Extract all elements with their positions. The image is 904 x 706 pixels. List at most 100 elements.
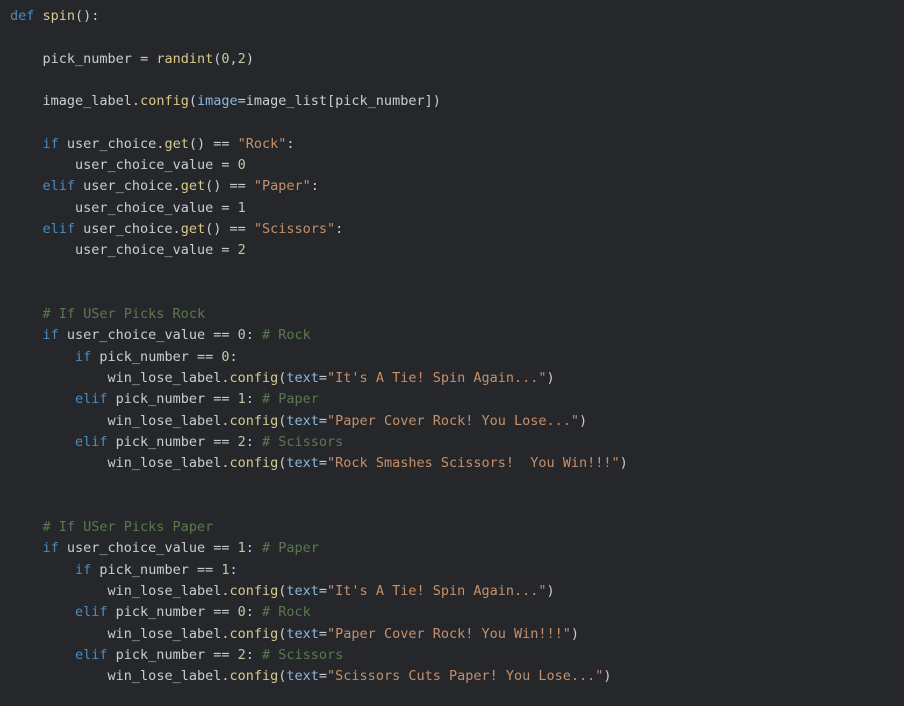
token-plain bbox=[229, 200, 237, 216]
token-plain: : bbox=[246, 540, 262, 556]
token-num: 0 bbox=[221, 349, 229, 365]
token-kw: if bbox=[43, 136, 67, 152]
token-num: 2 bbox=[238, 51, 246, 67]
token-plain: user_choice_value bbox=[75, 200, 221, 216]
code-line[interactable]: if pick_number == 1: bbox=[10, 560, 894, 581]
indent bbox=[10, 242, 75, 258]
token-kw: elif bbox=[75, 434, 116, 450]
code-line[interactable]: # If USer Picks Paper bbox=[10, 517, 894, 538]
code-line[interactable]: win_lose_label.config(text="Rock Smashes… bbox=[10, 453, 894, 474]
indent bbox=[10, 51, 43, 67]
code-line[interactable]: win_lose_label.config(text="Paper Cover … bbox=[10, 624, 894, 645]
indent bbox=[10, 221, 43, 237]
code-line[interactable]: image_label.config(image=image_list[pick… bbox=[10, 91, 894, 112]
token-fn: config bbox=[229, 413, 278, 429]
token-fn: randint bbox=[156, 51, 213, 67]
code-line[interactable]: if user_choice.get() == "Rock": bbox=[10, 134, 894, 155]
code-line[interactable]: elif user_choice.get() == "Paper": bbox=[10, 176, 894, 197]
code-line[interactable]: user_choice_value = 2 bbox=[10, 240, 894, 261]
token-plain: = bbox=[319, 455, 327, 471]
token-plain: win_lose_label. bbox=[108, 668, 230, 684]
token-plain: ) bbox=[547, 583, 555, 599]
token-kw: if bbox=[43, 327, 67, 343]
token-plain bbox=[229, 434, 237, 450]
code-line[interactable]: win_lose_label.config(text="It's A Tie! … bbox=[10, 368, 894, 389]
code-line[interactable]: elif pick_number == 1: # Paper bbox=[10, 389, 894, 410]
token-plain: == bbox=[229, 221, 245, 237]
indent bbox=[10, 136, 43, 152]
token-plain: == bbox=[213, 327, 229, 343]
indent bbox=[10, 668, 108, 684]
token-num: 0 bbox=[221, 51, 229, 67]
token-kw: elif bbox=[75, 604, 116, 620]
code-line[interactable]: # If USer Picks Rock bbox=[10, 304, 894, 325]
code-line[interactable]: ​ bbox=[10, 112, 894, 133]
code-line[interactable]: elif user_choice.get() == "Scissors": bbox=[10, 219, 894, 240]
indent bbox=[10, 540, 43, 556]
indent bbox=[10, 349, 75, 365]
token-plain: pick_number bbox=[99, 349, 197, 365]
code-editor[interactable]: def spin():​ pick_number = randint(0,2)​… bbox=[0, 0, 904, 706]
token-param: image bbox=[197, 93, 238, 109]
token-kw: elif bbox=[75, 647, 116, 663]
indent bbox=[10, 455, 108, 471]
token-param: text bbox=[286, 370, 319, 386]
code-line[interactable]: elif pick_number == 2: # Scissors bbox=[10, 645, 894, 666]
code-line[interactable]: pick_number = randint(0,2) bbox=[10, 49, 894, 70]
code-line[interactable]: win_lose_label.config(text="Paper Cover … bbox=[10, 411, 894, 432]
token-plain: == bbox=[213, 647, 229, 663]
code-line[interactable]: ​ bbox=[10, 262, 894, 283]
token-plain: : bbox=[246, 327, 262, 343]
code-line[interactable]: ​ bbox=[10, 496, 894, 517]
token-plain: ) bbox=[547, 370, 555, 386]
code-line[interactable]: ​ bbox=[10, 283, 894, 304]
token-plain: ) bbox=[246, 51, 254, 67]
code-line[interactable]: elif pick_number == 0: # Rock bbox=[10, 602, 894, 623]
code-line[interactable]: ​ bbox=[10, 27, 894, 48]
token-plain: pick_number bbox=[116, 391, 214, 407]
token-plain: = bbox=[319, 413, 327, 429]
token-kw: if bbox=[75, 562, 99, 578]
token-plain: image_list[pick_number]) bbox=[246, 93, 441, 109]
token-plain bbox=[229, 327, 237, 343]
token-param: text bbox=[286, 413, 319, 429]
token-plain bbox=[230, 136, 238, 152]
token-plain: image_label. bbox=[43, 93, 141, 109]
code-line[interactable]: if user_choice_value == 1: # Paper bbox=[10, 538, 894, 559]
code-line[interactable]: if user_choice_value == 0: # Rock bbox=[10, 325, 894, 346]
token-plain: == bbox=[213, 434, 229, 450]
token-plain: : bbox=[230, 349, 238, 365]
code-line[interactable]: ​ bbox=[10, 475, 894, 496]
token-plain: = bbox=[319, 668, 327, 684]
code-line[interactable]: elif pick_number == 2: # Scissors bbox=[10, 432, 894, 453]
token-str: "Paper Cover Rock! You Win!!!" bbox=[327, 626, 571, 642]
token-plain: user_choice_value bbox=[67, 540, 213, 556]
token-plain: : bbox=[246, 604, 262, 620]
indent bbox=[10, 157, 75, 173]
token-kw: if bbox=[75, 349, 99, 365]
code-line[interactable]: ​ bbox=[10, 70, 894, 91]
token-plain: : bbox=[230, 562, 238, 578]
token-kw: if bbox=[43, 540, 67, 556]
token-plain: : bbox=[335, 221, 343, 237]
token-plain: = bbox=[319, 370, 327, 386]
token-plain: : bbox=[246, 647, 262, 663]
token-num: 2 bbox=[238, 434, 246, 450]
token-kw: elif bbox=[43, 221, 84, 237]
code-line[interactable]: if pick_number == 0: bbox=[10, 347, 894, 368]
code-line[interactable]: win_lose_label.config(text="Scissors Cut… bbox=[10, 666, 894, 687]
token-plain: pick_number bbox=[116, 434, 214, 450]
token-plain: user_choice_value bbox=[75, 242, 221, 258]
token-plain: == bbox=[197, 349, 213, 365]
token-str: "Rock Smashes Scissors! You Win!!!" bbox=[327, 455, 620, 471]
code-line[interactable]: win_lose_label.config(text="It's A Tie! … bbox=[10, 581, 894, 602]
token-kw: elif bbox=[75, 391, 116, 407]
token-plain: (): bbox=[75, 8, 99, 24]
token-fn: config bbox=[229, 370, 278, 386]
token-plain: ( bbox=[189, 93, 197, 109]
code-line[interactable]: user_choice_value = 1 bbox=[10, 198, 894, 219]
code-line[interactable]: user_choice_value = 0 bbox=[10, 155, 894, 176]
code-line[interactable]: def spin(): bbox=[10, 6, 894, 27]
token-kw: elif bbox=[43, 178, 84, 194]
token-cmt: # Paper bbox=[262, 540, 319, 556]
